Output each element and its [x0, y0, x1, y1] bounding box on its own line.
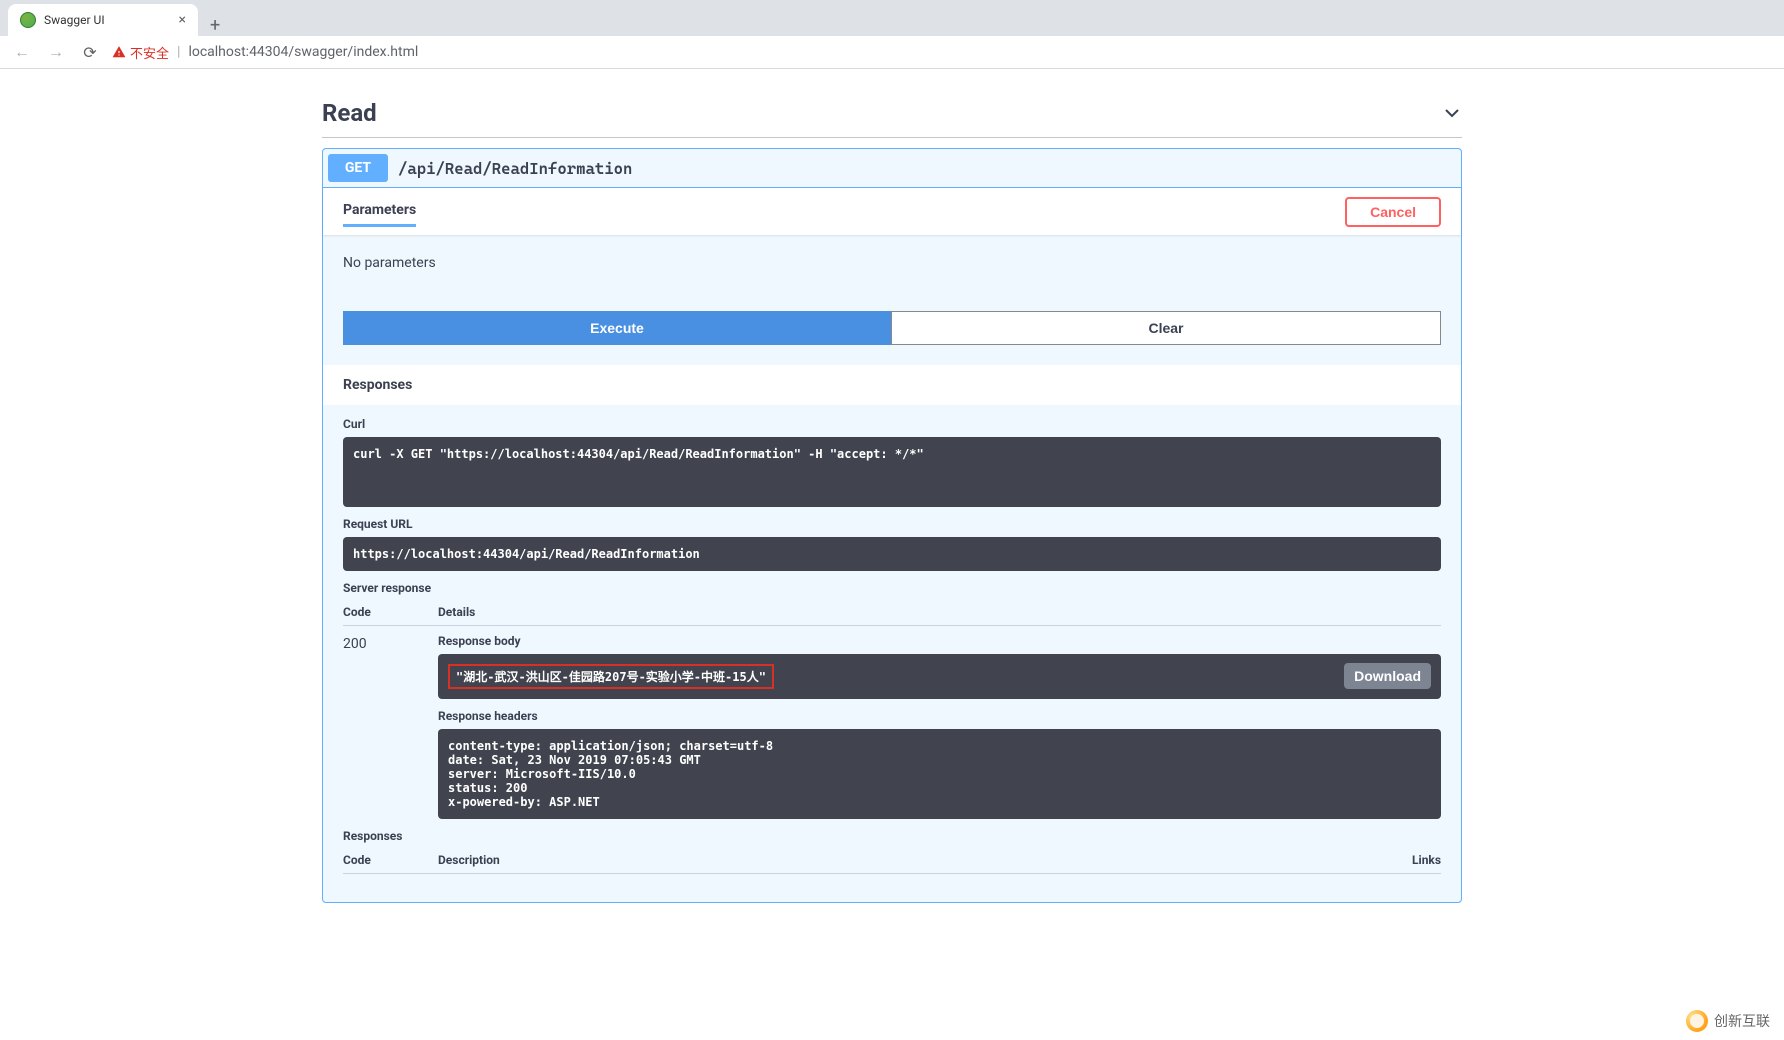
request-url-label: Request URL [343, 517, 1441, 531]
page: Read GET /api/Read/ReadInformation Param… [0, 69, 1784, 978]
close-tab-button[interactable]: × [179, 12, 186, 28]
operation-block: GET /api/Read/ReadInformation Parameters… [322, 148, 1462, 903]
url-text: localhost:44304/swagger/index.html [188, 44, 418, 60]
responses-heading: Responses [323, 365, 1461, 405]
response-body-value[interactable]: "湖北-武汉-洪山区-佳园路207号-实验小学-中班-15人" [448, 664, 774, 689]
no-parameters-text: No parameters [323, 235, 1461, 291]
tab-parameters[interactable]: Parameters [343, 196, 416, 227]
curl-command[interactable]: curl -X GET "https://localhost:44304/api… [343, 437, 1441, 507]
response-body-box: "湖北-武汉-洪山区-佳园路207号-实验小学-中班-15人" Download [438, 654, 1441, 699]
response-headers-label: Response headers [438, 709, 1441, 723]
col-code-header-2: Code [343, 853, 398, 867]
chevron-down-icon [1442, 103, 1462, 123]
parameters-header: Parameters Cancel [323, 188, 1461, 235]
tab-title: Swagger UI [44, 13, 171, 27]
responses-inner: Curl curl -X GET "https://localhost:4430… [323, 405, 1461, 902]
watermark: 创新互联 [1686, 1010, 1770, 1032]
response-code: 200 [343, 634, 398, 652]
responses-label: Responses [343, 829, 1441, 843]
server-response-table-head: Code Details [343, 605, 1441, 626]
swagger-container: Read GET /api/Read/ReadInformation Param… [322, 89, 1462, 903]
http-method-badge: GET [328, 154, 388, 182]
col-code-header: Code [343, 605, 398, 619]
swagger-favicon [20, 12, 36, 28]
response-details: Response body "湖北-武汉-洪山区-佳园路207号-实验小学-中班… [438, 634, 1441, 819]
back-button[interactable]: ← [10, 42, 34, 62]
tag-section-header[interactable]: Read [322, 89, 1462, 138]
url-separator: | [177, 44, 180, 60]
col-description-header: Description [438, 853, 1372, 867]
browser-chrome: Swagger UI × + ← → ⟳ 不安全 | localhost:443… [0, 0, 1784, 69]
server-response-row: 200 Response body "湖北-武汉-洪山区-佳园路207号-实验小… [343, 634, 1441, 819]
tab-strip: Swagger UI × + [0, 0, 1784, 36]
cancel-button[interactable]: Cancel [1345, 197, 1441, 227]
execute-button[interactable]: Execute [343, 311, 891, 345]
operation-body: Parameters Cancel No parameters Execute … [323, 187, 1461, 902]
operation-summary[interactable]: GET /api/Read/ReadInformation [323, 149, 1461, 187]
server-response-label: Server response [343, 581, 1441, 595]
col-details-header: Details [438, 605, 1441, 619]
tag-name: Read [322, 99, 377, 127]
url-box[interactable]: 不安全 | localhost:44304/swagger/index.html [112, 43, 1774, 62]
security-text: 不安全 [130, 43, 169, 62]
execute-row: Execute Clear [323, 291, 1461, 365]
address-bar: ← → ⟳ 不安全 | localhost:44304/swagger/inde… [0, 36, 1784, 69]
warning-icon [112, 45, 126, 59]
response-body-label: Response body [438, 634, 1441, 648]
watermark-text: 创新互联 [1714, 1011, 1770, 1031]
responses-table-head: Code Description Links [343, 853, 1441, 874]
response-headers-value[interactable]: content-type: application/json; charset=… [438, 729, 1441, 819]
download-button[interactable]: Download [1344, 663, 1431, 689]
col-links-header: Links [1412, 853, 1441, 867]
reload-button[interactable]: ⟳ [78, 43, 102, 62]
operation-path: /api/Read/ReadInformation [398, 159, 632, 178]
security-warning: 不安全 [112, 43, 169, 62]
browser-tab[interactable]: Swagger UI × [8, 4, 198, 36]
responses-section: Responses Code Description Links [343, 829, 1441, 874]
curl-label: Curl [343, 417, 1441, 431]
forward-button[interactable]: → [44, 42, 68, 62]
new-tab-button[interactable]: + [198, 15, 232, 36]
clear-button[interactable]: Clear [891, 311, 1441, 345]
request-url-value[interactable]: https://localhost:44304/api/Read/ReadInf… [343, 537, 1441, 571]
watermark-logo-icon [1686, 1010, 1708, 1032]
